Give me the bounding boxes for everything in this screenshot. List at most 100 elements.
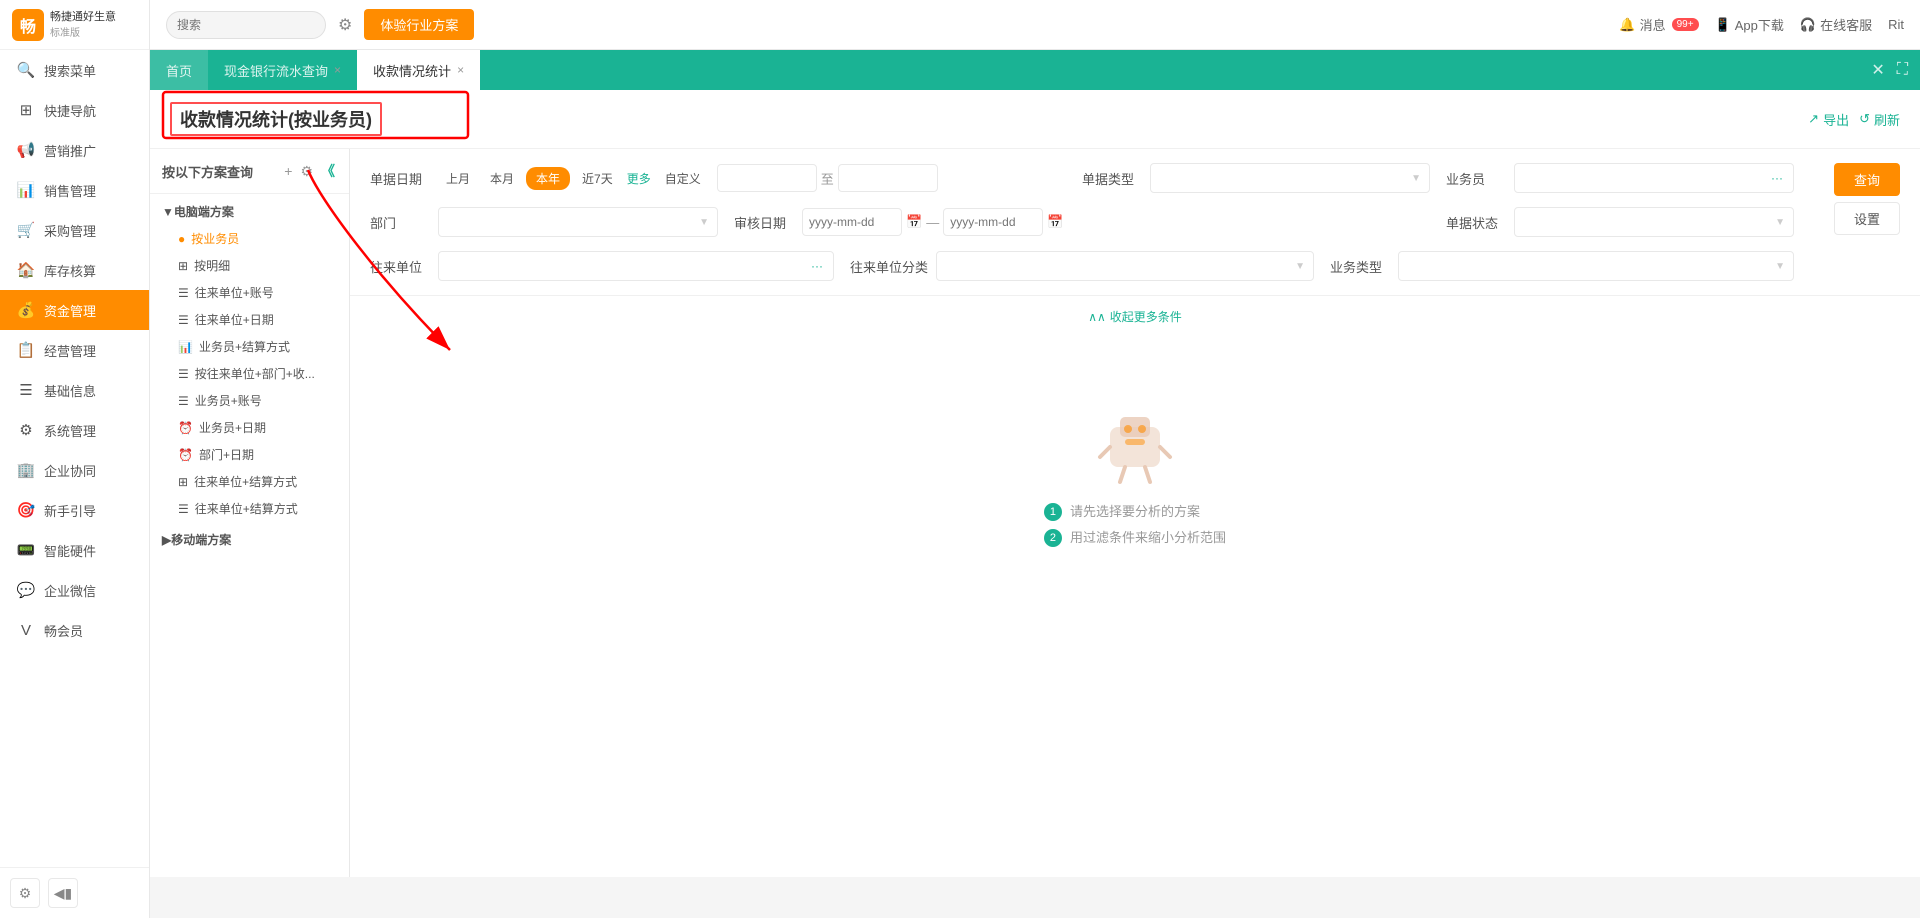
- sidebar-collapse-btn[interactable]: ◀▮: [48, 878, 78, 908]
- tab-close-window-icon[interactable]: ✕: [1867, 56, 1888, 84]
- tree-node-unit-settle2[interactable]: ☰ 往来单位+结算方式: [166, 495, 349, 522]
- tree-node-detail-label: 按明细: [194, 257, 230, 274]
- industry-btn[interactable]: 体验行业方案: [364, 9, 474, 40]
- collapse-label: 收起更多条件: [1110, 308, 1182, 325]
- tab-maximize-icon[interactable]: ⛶: [1893, 57, 1912, 83]
- tree-node-salesman-settle[interactable]: 📊 业务员+结算方式: [166, 333, 349, 360]
- tab-collection-stats[interactable]: 收款情况统计 ×: [357, 50, 480, 90]
- tree-node-unit-settle1[interactable]: ⊞ 往来单位+结算方式: [166, 468, 349, 495]
- sidebar-item-system[interactable]: ⚙ 系统管理: [0, 410, 149, 450]
- tree-node-salesman-date[interactable]: ⏰ 业务员+日期: [166, 414, 349, 441]
- quick-nav-icon: ⊞: [16, 100, 36, 120]
- salesman-control[interactable]: ···: [1514, 163, 1794, 193]
- sidebar-label-quick-nav: 快捷导航: [44, 101, 96, 120]
- tree-node-unit-date[interactable]: ☰ 往来单位+日期: [166, 306, 349, 333]
- sidebar-item-marketing[interactable]: 📢 营销推广: [0, 130, 149, 170]
- tab-collection-stats-close[interactable]: ×: [457, 63, 464, 77]
- review-date-start[interactable]: [802, 208, 902, 236]
- search-menu-icon: 🔍: [16, 60, 36, 80]
- right-panel: 单据日期 上月 本月 本年 近7天 更多 自定义: [350, 149, 1920, 877]
- date-start-input[interactable]: 2023-01-01: [717, 164, 817, 192]
- sidebar-item-operation[interactable]: 📋 经营管理: [0, 330, 149, 370]
- sidebar-item-finance[interactable]: 💰 资金管理: [0, 290, 149, 330]
- sidebar-item-sales[interactable]: 📊 销售管理: [0, 170, 149, 210]
- sidebar-item-quick-nav[interactable]: ⊞ 快捷导航: [0, 90, 149, 130]
- sidebar-item-hardware[interactable]: 📟 智能硬件: [0, 530, 149, 570]
- sidebar-label-operation: 经营管理: [44, 341, 96, 360]
- salesman-more-icon[interactable]: ···: [1771, 171, 1783, 185]
- doc-status-control[interactable]: ▼: [1514, 207, 1794, 237]
- filter-dept-item: 部门 ▼: [370, 207, 718, 237]
- tab-home[interactable]: 首页: [150, 50, 208, 90]
- dept-control[interactable]: ▼: [438, 207, 718, 237]
- biz-type-control[interactable]: ▼: [1398, 251, 1794, 281]
- shortcut-last-7[interactable]: 近7天: [574, 167, 621, 190]
- partner-control[interactable]: ···: [438, 251, 834, 281]
- refresh-btn[interactable]: ↺ 刷新: [1859, 110, 1900, 129]
- panel-collapse-btn[interactable]: 《: [319, 159, 337, 183]
- marketing-icon: 📢: [16, 140, 36, 160]
- tree-node-dept-date[interactable]: ⏰ 部门+日期: [166, 441, 349, 468]
- tree-node-by-salesman[interactable]: ● 按业务员: [166, 225, 349, 252]
- unit-dept-node-icon: ☰: [178, 367, 189, 381]
- export-icon: ↗: [1808, 111, 1819, 127]
- sidebar-item-member[interactable]: V 畅会员: [0, 610, 149, 650]
- app-logo: 畅 畅捷通好生意 标准版: [0, 0, 149, 50]
- shortcut-this-month[interactable]: 本月: [482, 167, 522, 190]
- panel-add-btn[interactable]: +: [282, 159, 294, 183]
- panel-settings-btn[interactable]: ⚙: [298, 159, 315, 183]
- filter-row-2: 部门 ▼ 审核日期 📅: [370, 207, 1900, 237]
- message-btn[interactable]: 🔔 消息 99+: [1619, 15, 1698, 34]
- user-avatar[interactable]: Rit: [1888, 17, 1904, 32]
- tree-node-unit-date-label: 往来单位+日期: [195, 311, 274, 328]
- sidebar-item-enterprise[interactable]: 🏢 企业协同: [0, 450, 149, 490]
- shortcut-custom[interactable]: 自定义: [657, 167, 709, 190]
- step1-text: 请先选择要分析的方案: [1070, 499, 1200, 525]
- tree-desktop-children: ● 按业务员 ⊞ 按明细 ☰ 往来单位+账号 ☰: [150, 225, 349, 522]
- review-date-end-calendar-icon[interactable]: 📅: [1047, 214, 1063, 230]
- sidebar-item-basic[interactable]: ☰ 基础信息: [0, 370, 149, 410]
- date-label: 单据日期: [370, 169, 430, 188]
- tab-bank-flow[interactable]: 现金银行流水查询 ×: [208, 50, 357, 90]
- shortcut-last-month[interactable]: 上月: [438, 167, 478, 190]
- mobile-toggle-icon: ▶: [162, 533, 171, 547]
- tree-node-unit-account[interactable]: ☰ 往来单位+账号: [166, 279, 349, 306]
- sidebar-label-purchase: 采购管理: [44, 221, 96, 240]
- main-area: ⚙ 体验行业方案 🔔 消息 99+ 📱 App下载 🎧 在线客服 Rit 首页: [150, 0, 1920, 918]
- shortcut-more[interactable]: 更多: [627, 170, 651, 187]
- partner-more-icon[interactable]: ···: [811, 259, 823, 273]
- sidebar-item-inventory[interactable]: 🏠 库存核算: [0, 250, 149, 290]
- sidebar-item-purchase[interactable]: 🛒 采购管理: [0, 210, 149, 250]
- partner-cat-control[interactable]: ▼: [936, 251, 1314, 281]
- export-btn[interactable]: ↗ 导出: [1808, 110, 1849, 129]
- shortcut-this-year[interactable]: 本年: [526, 167, 570, 190]
- refresh-icon: ↺: [1859, 111, 1870, 127]
- tree-node-by-detail[interactable]: ⊞ 按明细: [166, 252, 349, 279]
- tree-mobile-header[interactable]: ▶ 移动端方案: [150, 526, 349, 553]
- search-input[interactable]: [166, 11, 326, 39]
- query-btn[interactable]: 查询: [1834, 163, 1900, 196]
- tree-desktop-header[interactable]: ▼ 电脑端方案: [150, 198, 349, 225]
- online-service-btn[interactable]: 🎧 在线客服: [1800, 15, 1872, 34]
- sidebar-item-wechat[interactable]: 💬 企业微信: [0, 570, 149, 610]
- tree-node-salesman-account[interactable]: ☰ 业务员+账号: [166, 387, 349, 414]
- sidebar: 畅 畅捷通好生意 标准版 🔍 搜索菜单 ⊞ 快捷导航 📢 营销推广 📊 销售管理…: [0, 0, 150, 918]
- doctype-control[interactable]: ▼: [1150, 163, 1430, 193]
- date-end-input[interactable]: 2023-12-31: [838, 164, 938, 192]
- sidebar-item-guide[interactable]: 🎯 新手引导: [0, 490, 149, 530]
- unit-account-node-icon: ☰: [178, 286, 189, 300]
- topbar-gear-icon[interactable]: ⚙: [338, 15, 352, 35]
- sidebar-item-search-menu[interactable]: 🔍 搜索菜单: [0, 50, 149, 90]
- tree-node-unit-dept[interactable]: ☰ 按往来单位+部门+收...: [166, 360, 349, 387]
- review-date-end[interactable]: [943, 208, 1043, 236]
- panel-title: 按以下方案查询: [162, 162, 253, 181]
- review-date-label: 审核日期: [734, 213, 794, 232]
- detail-node-icon: ⊞: [178, 259, 188, 273]
- doctype-label: 单据类型: [1082, 169, 1142, 188]
- settings-btn[interactable]: 设置: [1834, 202, 1900, 235]
- app-download-btn[interactable]: 📱 App下载: [1715, 15, 1784, 34]
- review-date-start-calendar-icon[interactable]: 📅: [906, 214, 922, 230]
- tab-bank-flow-close[interactable]: ×: [334, 63, 341, 77]
- sidebar-settings-btn[interactable]: ⚙: [10, 878, 40, 908]
- collapse-btn[interactable]: ∧∧ 收起更多条件: [1088, 308, 1182, 325]
